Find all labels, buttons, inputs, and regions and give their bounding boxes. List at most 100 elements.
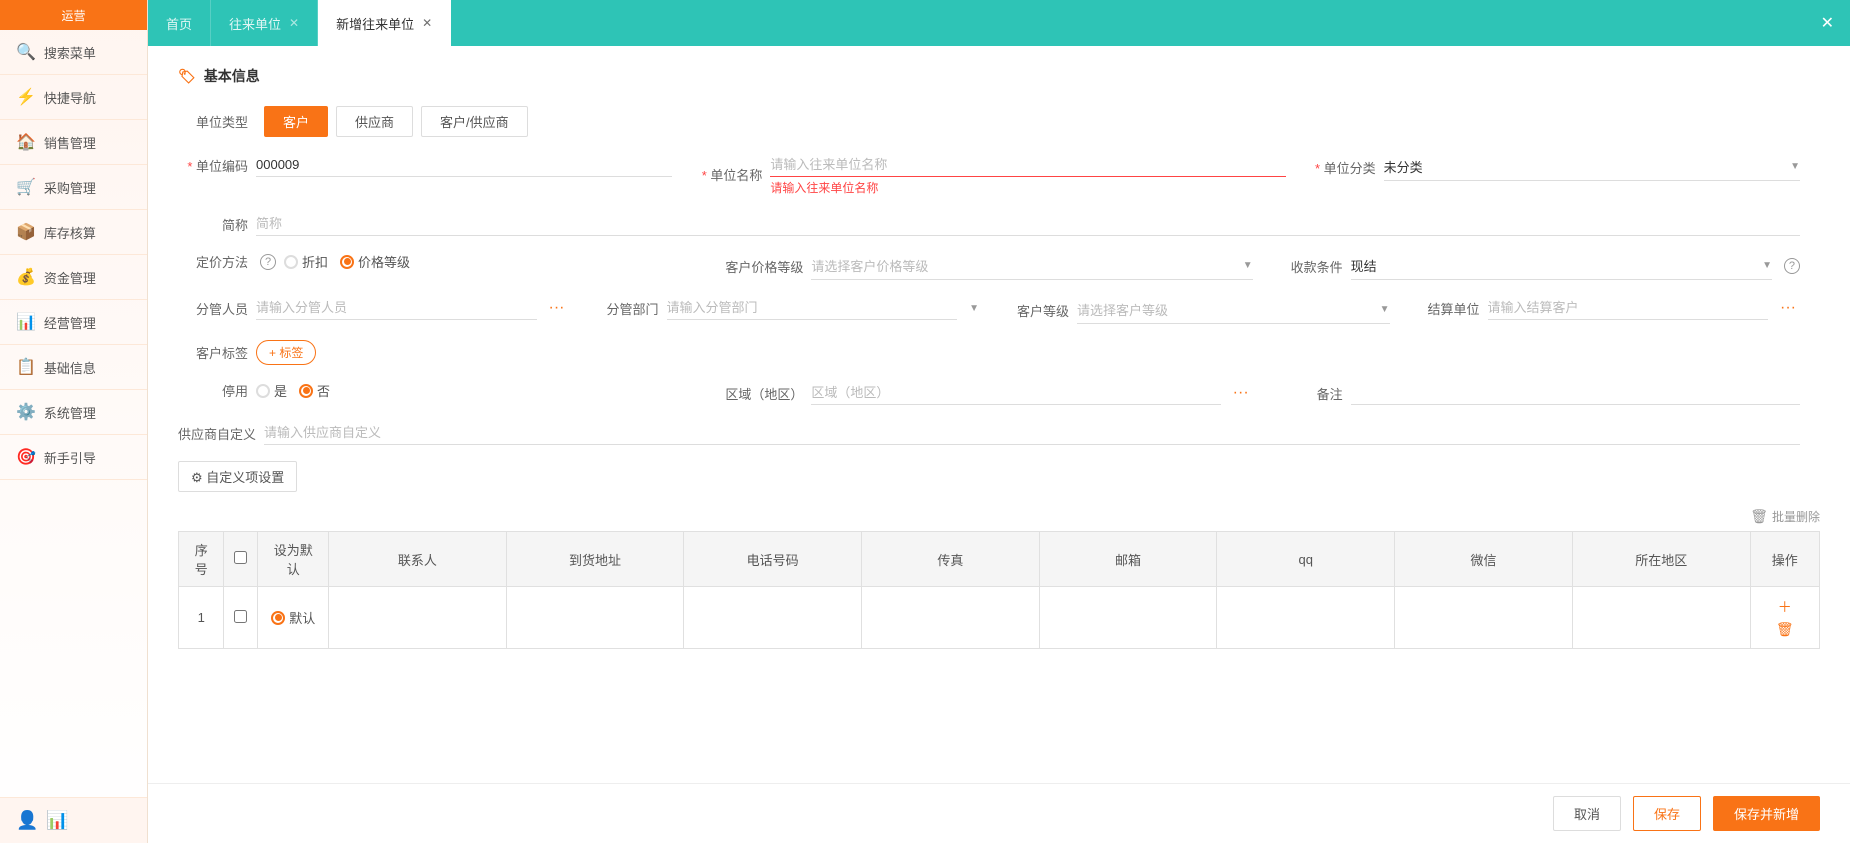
form-row-2: 简称 (178, 212, 1820, 236)
payment-terms-value: 现结 (1351, 256, 1758, 275)
col-region: 所在地区 (1572, 532, 1750, 587)
payment-terms-select[interactable]: 现结 ▼ (1351, 252, 1772, 280)
department-input[interactable] (667, 296, 958, 320)
sidebar-item-quick-nav[interactable]: ⚡ 快捷导航 (0, 75, 147, 120)
remark-label: 备注 (1273, 384, 1343, 403)
col-phone: 电话号码 (684, 532, 862, 587)
wechat-input[interactable] (1405, 610, 1562, 625)
disabled-label: 停用 (178, 381, 248, 400)
disabled-no-radio[interactable]: 否 (299, 381, 330, 400)
row-checkbox[interactable] (234, 610, 247, 623)
disabled-field: 停用 是 否 (178, 381, 725, 400)
delete-row-button[interactable]: 🗑 (1772, 619, 1798, 640)
tab-home[interactable]: 首页 (148, 0, 211, 46)
tab-new-contact-close[interactable]: ✕ (422, 16, 432, 30)
form-footer: 取消 保存 保存并新增 (148, 783, 1850, 843)
tab-new-contact[interactable]: 新增往来单位 ✕ (318, 0, 451, 46)
unit-type-both-button[interactable]: 客户/供应商 (421, 106, 528, 137)
col-qq: qq (1217, 532, 1395, 587)
customer-level-field: 客户等级 请选择客户等级 ▼ (999, 296, 1410, 324)
search-icon: 🔍 (16, 42, 36, 62)
email-input[interactable] (1050, 610, 1207, 625)
section-title: 基本信息 (204, 66, 260, 86)
qq-input[interactable] (1227, 610, 1384, 625)
customer-level-select[interactable]: 请选择客户等级 ▼ (1077, 296, 1390, 324)
cell-seq: 1 (179, 587, 224, 649)
pricing-discount-radio[interactable]: 折扣 (284, 252, 328, 271)
settlement-unit-more-icon[interactable]: ··· (1776, 299, 1800, 317)
cell-wechat (1395, 587, 1573, 649)
phone-input[interactable] (694, 610, 851, 625)
sidebar-item-label: 快捷导航 (44, 88, 96, 107)
unit-category-value: 未分类 (1384, 157, 1786, 176)
cell-checkbox (224, 587, 258, 649)
sidebar-item-operations[interactable]: 📊 经营管理 (0, 300, 147, 345)
sidebar-item-basic-info[interactable]: 📋 基础信息 (0, 345, 147, 390)
unit-type-supplier-button[interactable]: 供应商 (336, 106, 413, 137)
add-tag-button[interactable]: + 标签 (256, 340, 316, 365)
tab-contacts-close[interactable]: ✕ (289, 16, 299, 30)
customer-price-level-label: 客户价格等级 (725, 257, 803, 276)
cell-fax (862, 587, 1040, 649)
save-and-add-button[interactable]: 保存并新增 (1713, 796, 1820, 831)
region-table-input[interactable] (1583, 610, 1740, 625)
unit-type-customer-button[interactable]: 客户 (264, 106, 328, 137)
cell-address (506, 587, 684, 649)
sidebar-item-purchase[interactable]: 🛒 采购管理 (0, 165, 147, 210)
select-all-checkbox[interactable] (234, 551, 247, 564)
supplier-custom-input[interactable] (264, 421, 1800, 445)
disabled-yes-radio[interactable]: 是 (256, 381, 287, 400)
unit-name-field: 单位名称 请输入往来单位名称 (692, 153, 1305, 196)
tab-contacts[interactable]: 往来单位 ✕ (211, 0, 318, 46)
sidebar: 运营 🔍 搜索菜单 ⚡ 快捷导航 🏠 销售管理 🛒 采购管理 📦 库存核算 💰 … (0, 0, 148, 843)
customer-price-level-field: 客户价格等级 请选择客户价格等级 ▼ (725, 252, 1272, 280)
col-wechat: 微信 (1395, 532, 1573, 587)
manager-more-icon[interactable]: ··· (545, 299, 569, 317)
region-input[interactable] (811, 381, 1220, 405)
unit-category-select[interactable]: 未分类 ▼ (1384, 153, 1800, 181)
unit-code-field: 单位编码 (178, 153, 692, 177)
remark-input[interactable] (1351, 381, 1800, 405)
cancel-button[interactable]: 取消 (1553, 796, 1621, 831)
stats-icon: 📊 (46, 810, 68, 831)
disabled-radio-group: 是 否 (256, 381, 330, 400)
contact-table: 序号 设为默认 联系人 到货地址 电话号码 传真 邮箱 qq 微信 所在地区 操… (178, 531, 1820, 649)
short-name-input[interactable] (256, 212, 1800, 236)
pricing-level-radio[interactable]: 价格等级 (340, 252, 410, 271)
sidebar-item-sales[interactable]: 🏠 销售管理 (0, 120, 147, 165)
col-default: 设为默认 (258, 532, 329, 587)
sidebar-item-new-guide[interactable]: 🎯 新手引导 (0, 435, 147, 480)
customer-price-level-select[interactable]: 请选择客户价格等级 ▼ (811, 252, 1252, 280)
unit-code-input[interactable] (256, 153, 672, 177)
col-seq: 序号 (179, 532, 224, 587)
unit-name-input[interactable] (770, 153, 1285, 177)
tab-new-contact-label: 新增往来单位 (336, 14, 414, 33)
address-input[interactable] (517, 610, 674, 625)
custom-settings-button[interactable]: ⚙ 自定义项设置 (178, 461, 297, 492)
region-more-icon[interactable]: ··· (1229, 384, 1253, 402)
sidebar-item-search[interactable]: 🔍 搜索菜单 (0, 30, 147, 75)
fax-input[interactable] (872, 610, 1029, 625)
bulk-delete-label[interactable]: 批量删除 (1772, 508, 1820, 525)
add-row-button[interactable]: ＋ (1774, 595, 1796, 619)
settlement-unit-input[interactable] (1488, 296, 1769, 320)
sidebar-item-sys-admin[interactable]: ⚙️ 系统管理 (0, 390, 147, 435)
sidebar-item-label: 系统管理 (44, 403, 96, 422)
sidebar-item-label: 库存核算 (44, 223, 96, 242)
default-radio[interactable]: 默认 (268, 608, 318, 627)
pricing-help-icon[interactable]: ? (260, 254, 276, 270)
payment-help-icon[interactable]: ? (1784, 258, 1800, 274)
manager-label: 分管人员 (178, 299, 248, 318)
sidebar-item-label: 采购管理 (44, 178, 96, 197)
sidebar-item-inventory[interactable]: 📦 库存核算 (0, 210, 147, 255)
form-row-1: 单位编码 单位名称 请输入往来单位名称 单位分类 未分类 ▼ (178, 153, 1820, 196)
close-all-tabs-button[interactable]: ✕ (1805, 0, 1850, 46)
save-button[interactable]: 保存 (1633, 796, 1701, 831)
customer-level-label: 客户等级 (999, 301, 1069, 320)
content-area: 🏷 基本信息 单位类型 客户 供应商 客户/供应商 单位编码 单位名称 请输入往… (148, 46, 1850, 843)
manager-input[interactable] (256, 296, 537, 320)
sidebar-item-finance[interactable]: 💰 资金管理 (0, 255, 147, 300)
contact-input[interactable] (339, 610, 496, 625)
unit-name-input-group: 请输入往来单位名称 (770, 153, 1285, 196)
disabled-no-circle (299, 384, 313, 398)
